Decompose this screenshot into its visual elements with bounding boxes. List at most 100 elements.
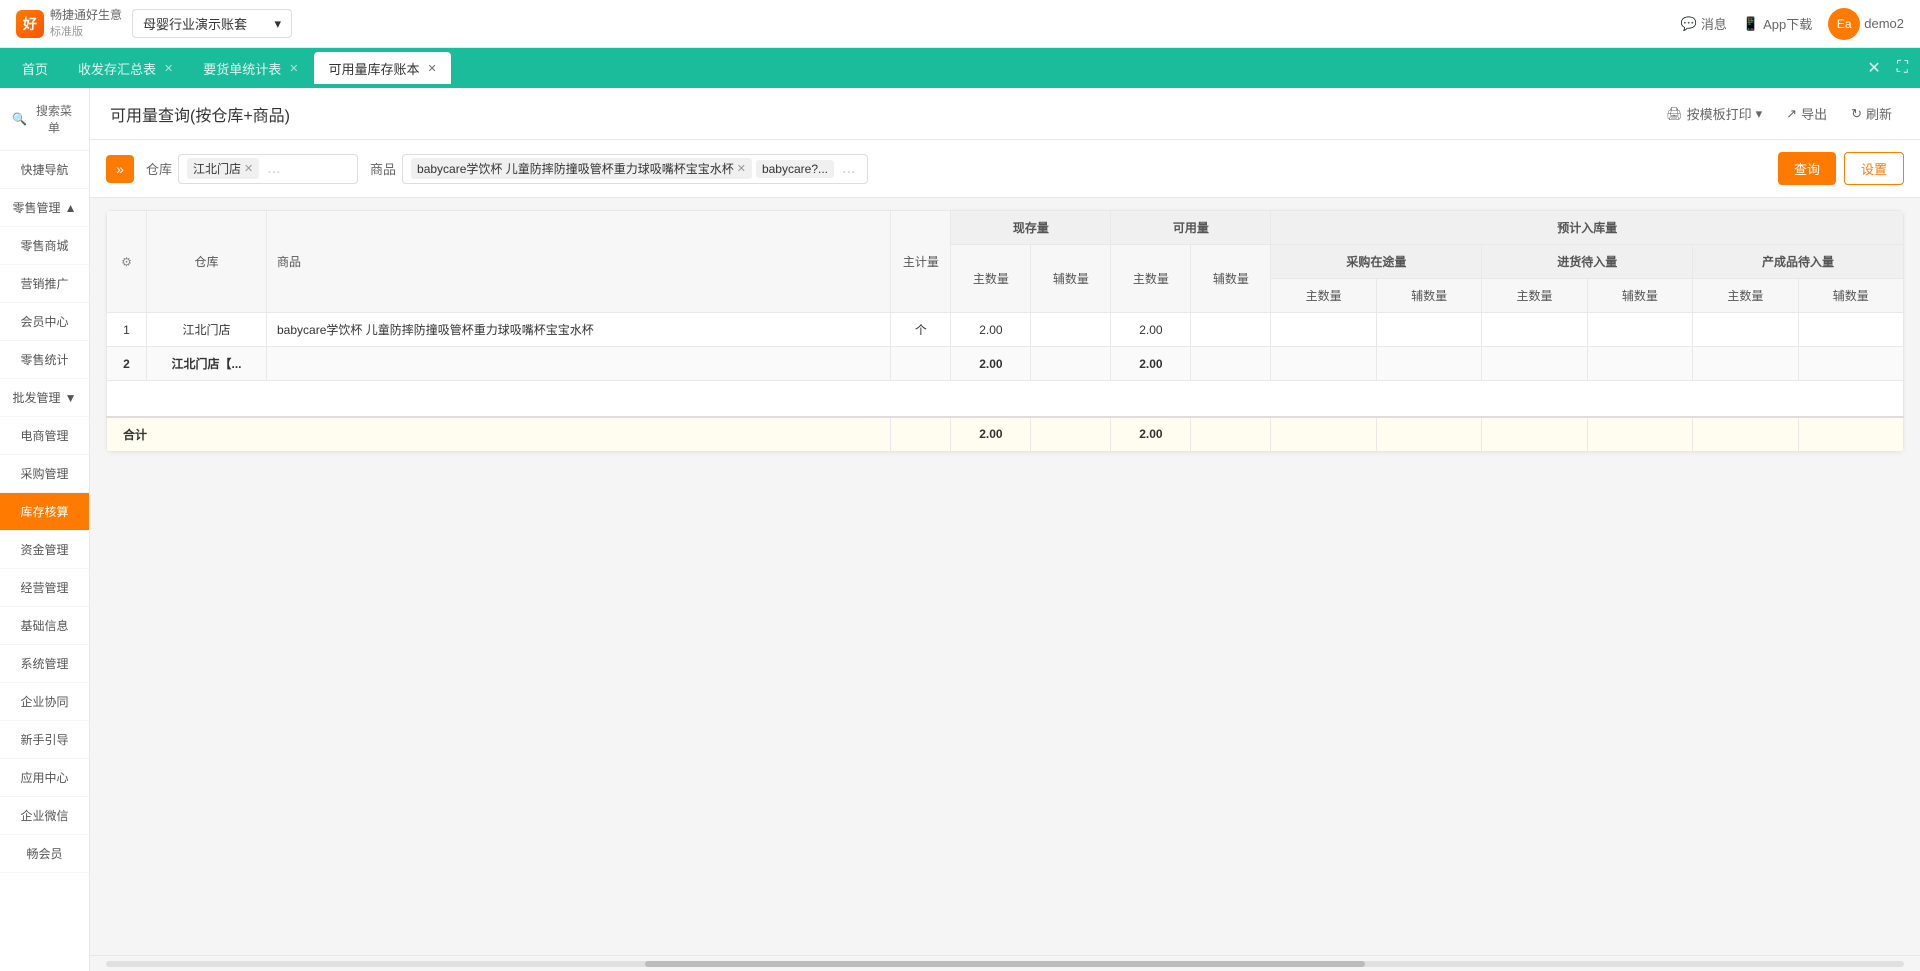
maximize-button[interactable]: ⛶ bbox=[1893, 55, 1912, 81]
horizontal-scrollbar[interactable] bbox=[90, 955, 1920, 971]
content-area: 可用量查询(按仓库+商品) 🖨 按模板打印 ▾ ↗ 导出 ↻ 刷新 » bbox=[90, 88, 1920, 971]
logo-area: 好 畅捷通好生意 标准版 bbox=[16, 8, 122, 40]
tab-income-expense-close[interactable]: ✕ bbox=[164, 62, 173, 75]
tab-available-stock-close[interactable]: ✕ bbox=[428, 62, 437, 75]
sidebar-item-inventory-label: 库存核算 bbox=[20, 503, 68, 520]
tab-order-stats[interactable]: 要货单统计表 ✕ bbox=[189, 52, 312, 84]
tab-income-expense[interactable]: 收发存汇总表 ✕ bbox=[64, 52, 187, 84]
th-available-main: 主数量 bbox=[1111, 245, 1191, 313]
warehouse-more-icon[interactable]: ... bbox=[263, 160, 284, 178]
sidebar-item-newbie[interactable]: 新手引导 bbox=[0, 721, 89, 759]
total-available-aux bbox=[1191, 417, 1271, 452]
tab-home[interactable]: 首页 bbox=[8, 52, 62, 84]
sidebar: 🔍 搜索菜单 快捷导航 零售管理 ▲ 零售商城 营销推广 会员中心 零售统计 批… bbox=[0, 88, 90, 971]
subtotal-incoming-main bbox=[1482, 347, 1587, 381]
mobile-icon: 📱 bbox=[1743, 16, 1759, 32]
search-menu-label: 搜索菜单 bbox=[31, 102, 77, 136]
sidebar-item-inventory[interactable]: 库存核算 bbox=[0, 493, 89, 531]
top-bar-left: 好 畅捷通好生意 标准版 母婴行业演示账套 ▾ bbox=[16, 8, 292, 40]
sidebar-item-retail-stats-label: 零售统计 bbox=[20, 351, 68, 368]
tab-order-stats-label: 要货单统计表 bbox=[203, 59, 281, 78]
product-input[interactable]: babycare学饮杯 儿童防摔防撞吸管杯重力球吸嘴杯宝宝水杯 ✕ babyca… bbox=[402, 154, 868, 184]
nav-tabs: 首页 收发存汇总表 ✕ 要货单统计表 ✕ 可用量库存账本 ✕ ✕ ⛶ bbox=[0, 48, 1920, 88]
total-row: 合计 2.00 2.00 bbox=[107, 417, 1904, 452]
export-button[interactable]: ↗ 导出 bbox=[1778, 100, 1835, 127]
filter-expand-button[interactable]: » bbox=[106, 155, 134, 183]
row-incoming-main-1 bbox=[1482, 313, 1587, 347]
refresh-button[interactable]: ↻ 刷新 bbox=[1843, 100, 1900, 127]
subtotal-num: 2 bbox=[107, 347, 147, 381]
avatar: Ea bbox=[1828, 8, 1860, 40]
sidebar-item-operations-label: 经营管理 bbox=[20, 579, 68, 596]
sidebar-item-operations[interactable]: 经营管理 bbox=[0, 569, 89, 607]
user-profile[interactable]: Ea demo2 bbox=[1828, 8, 1904, 40]
row-available-main-1: 2.00 bbox=[1111, 313, 1191, 347]
warehouse-input[interactable]: 江北门店 ✕ ... bbox=[178, 154, 358, 184]
product-more-icon[interactable]: ... bbox=[838, 160, 859, 178]
product-tag1-close[interactable]: ✕ bbox=[737, 162, 746, 175]
row-available-aux-1 bbox=[1191, 313, 1271, 347]
app-download-button[interactable]: 📱 App下载 bbox=[1743, 14, 1812, 33]
th-current-stock: 现存量 bbox=[951, 211, 1111, 245]
sidebar-item-finance[interactable]: 资金管理 bbox=[0, 531, 89, 569]
sidebar-item-basic[interactable]: 基础信息 bbox=[0, 607, 89, 645]
sidebar-item-member[interactable]: 会员中心 bbox=[0, 303, 89, 341]
tab-available-stock[interactable]: 可用量库存账本 ✕ bbox=[314, 52, 450, 84]
sidebar-item-enterprise-wechat[interactable]: 企业微信 bbox=[0, 797, 89, 835]
warehouse-filter-group: 仓库 江北门店 ✕ ... bbox=[146, 154, 358, 184]
chevron-down-icon3: ▾ bbox=[1756, 106, 1763, 122]
subtotal-available-aux bbox=[1191, 347, 1271, 381]
tab-home-label: 首页 bbox=[22, 59, 48, 78]
subtotal-warehouse: 江北门店【... bbox=[147, 347, 267, 381]
refresh-label: 刷新 bbox=[1866, 104, 1892, 123]
sidebar-item-system[interactable]: 系统管理 bbox=[0, 645, 89, 683]
sidebar-item-quick-nav[interactable]: 快捷导航 bbox=[0, 151, 89, 189]
row-warehouse-1: 江北门店 bbox=[147, 313, 267, 347]
table-settings-icon[interactable]: ⚙ bbox=[121, 255, 132, 269]
sidebar-item-marketing[interactable]: 营销推广 bbox=[0, 265, 89, 303]
warehouse-tag-close[interactable]: ✕ bbox=[244, 162, 253, 175]
template-print-button[interactable]: 🖨 按模板打印 ▾ bbox=[1658, 100, 1770, 127]
subtotal-current-main: 2.00 bbox=[951, 347, 1031, 381]
sidebar-item-retail-stats[interactable]: 零售统计 bbox=[0, 341, 89, 379]
sidebar-item-member2[interactable]: 畅会员 bbox=[0, 835, 89, 873]
refresh-icon: ↻ bbox=[1851, 106, 1862, 122]
sidebar-item-app-center[interactable]: 应用中心 bbox=[0, 759, 89, 797]
tenant-selector[interactable]: 母婴行业演示账套 ▾ bbox=[132, 9, 292, 38]
total-current-main: 2.00 bbox=[951, 417, 1031, 452]
th-purchase-transit: 采购在途量 bbox=[1271, 245, 1482, 279]
user-name: demo2 bbox=[1864, 16, 1904, 31]
subtotal-unit bbox=[891, 347, 951, 381]
th-warehouse: 仓库 bbox=[147, 211, 267, 313]
sidebar-item-retail-mall[interactable]: 零售商城 bbox=[0, 227, 89, 265]
chevron-down-icon2: ▼ bbox=[65, 391, 77, 405]
tab-order-stats-close[interactable]: ✕ bbox=[289, 62, 298, 75]
export-icon: ↗ bbox=[1786, 106, 1797, 122]
message-icon: 💬 bbox=[1681, 16, 1697, 32]
search-menu-button[interactable]: 🔍 搜索菜单 bbox=[8, 96, 81, 142]
chevron-down-icon: ▾ bbox=[274, 16, 281, 32]
th-current-main: 主数量 bbox=[951, 245, 1031, 313]
total-incoming-main bbox=[1482, 417, 1587, 452]
message-button[interactable]: 💬 消息 bbox=[1681, 14, 1727, 33]
app-download-label: App下载 bbox=[1763, 14, 1812, 33]
sidebar-item-purchase[interactable]: 采购管理 bbox=[0, 455, 89, 493]
sidebar-item-enterprise-label: 企业协同 bbox=[20, 693, 68, 710]
sidebar-item-ecommerce[interactable]: 电商管理 bbox=[0, 417, 89, 455]
sidebar-item-enterprise[interactable]: 企业协同 bbox=[0, 683, 89, 721]
tab-income-expense-label: 收发存汇总表 bbox=[78, 59, 156, 78]
th-incoming-pending: 进货待入量 bbox=[1482, 245, 1693, 279]
scroll-thumb bbox=[645, 961, 1364, 967]
sidebar-item-retail[interactable]: 零售管理 ▲ bbox=[0, 189, 89, 227]
sidebar-item-wholesale[interactable]: 批发管理 ▼ bbox=[0, 379, 89, 417]
th-current-aux: 辅数量 bbox=[1031, 245, 1111, 313]
row-current-main-1: 2.00 bbox=[951, 313, 1031, 347]
th-purchase-transit-aux: 辅数量 bbox=[1376, 279, 1481, 313]
product-tag2: babycare?... bbox=[756, 160, 834, 178]
subtotal-production-main bbox=[1693, 347, 1798, 381]
close-all-tabs-button[interactable]: ✕ bbox=[1863, 54, 1884, 82]
query-button[interactable]: 查询 bbox=[1778, 152, 1836, 185]
main-layout: 🔍 搜索菜单 快捷导航 零售管理 ▲ 零售商城 营销推广 会员中心 零售统计 批… bbox=[0, 88, 1920, 971]
subtotal-incoming-aux bbox=[1587, 347, 1692, 381]
settings-button[interactable]: 设置 bbox=[1844, 152, 1904, 185]
